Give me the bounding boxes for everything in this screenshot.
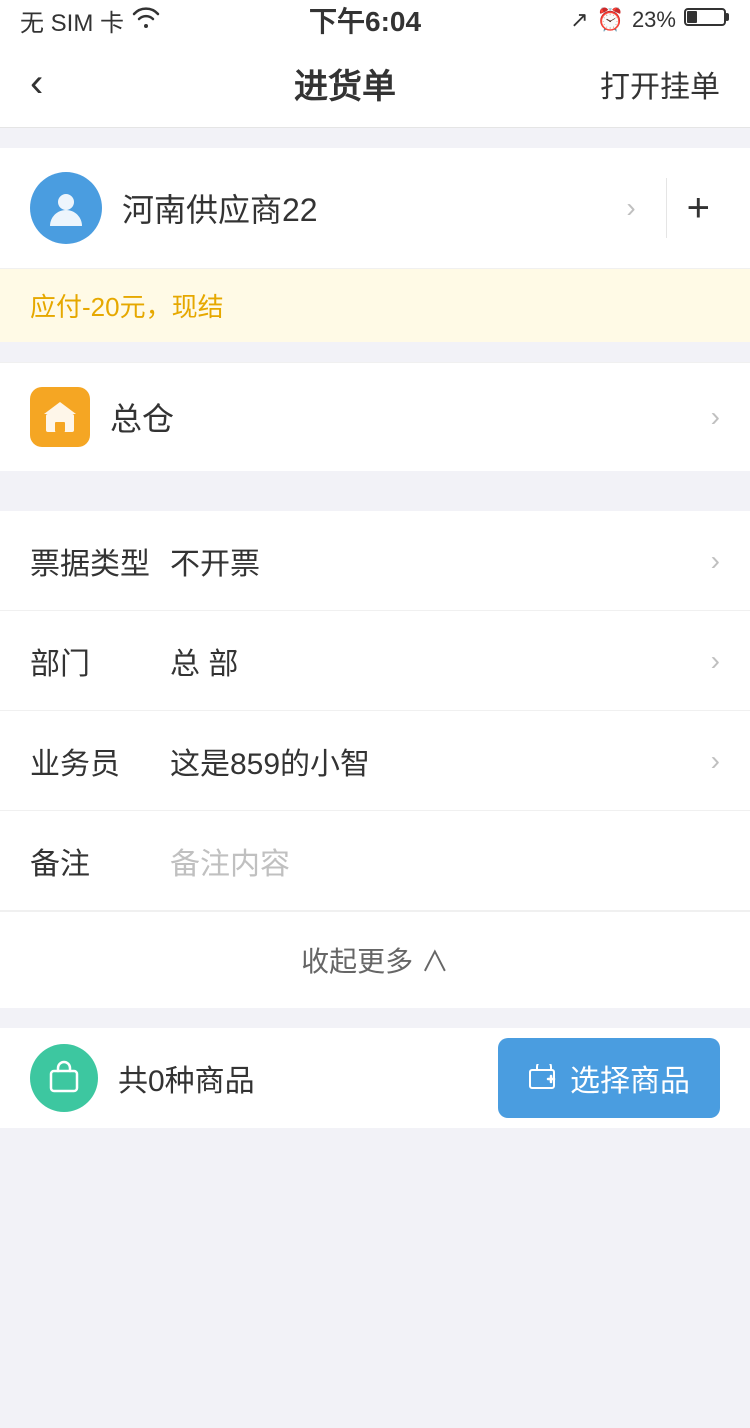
warehouse-icon xyxy=(30,387,90,447)
bottom-area xyxy=(0,1128,750,1428)
product-icon xyxy=(30,1044,98,1112)
product-count: 共0种商品 xyxy=(118,1056,498,1100)
supplier-name: 河南供应商22 xyxy=(122,185,626,231)
status-time: 下午6:04 xyxy=(309,0,421,40)
salesperson-value: 这是859的小智 xyxy=(170,739,711,783)
salesperson-chevron-icon: › xyxy=(711,745,720,777)
status-right: ↗ ⏰ 23% xyxy=(570,6,730,34)
battery-text: 23% xyxy=(632,7,676,33)
invoice-type-row[interactable]: 票据类型 不开票 › xyxy=(0,511,750,611)
status-bar: 无 SIM 卡 下午6:04 ↗ ⏰ 23% xyxy=(0,0,750,40)
remark-label: 备注 xyxy=(30,839,170,883)
department-value: 总 部 xyxy=(170,639,711,683)
section-gap-1 xyxy=(0,128,750,148)
warehouse-chevron-icon: › xyxy=(711,401,720,433)
remark-placeholder: 备注内容 xyxy=(170,839,720,883)
back-button[interactable]: ‹ xyxy=(30,61,90,106)
invoice-type-label: 票据类型 xyxy=(30,539,170,583)
supplier-section: 河南供应商22 › + 应付-20元，现结 xyxy=(0,148,750,342)
open-pending-button[interactable]: 打开挂单 xyxy=(600,62,720,106)
warehouse-row[interactable]: 总仓 › xyxy=(0,362,750,471)
battery-icon xyxy=(684,6,730,34)
invoice-type-chevron-icon: › xyxy=(711,545,720,577)
collapse-button[interactable]: 收起更多 ∧ xyxy=(0,911,750,1008)
vertical-divider xyxy=(666,178,667,238)
carrier-text: 无 SIM 卡 xyxy=(20,3,124,38)
add-supplier-button[interactable]: + xyxy=(677,186,720,231)
notice-bar: 应付-20元，现结 xyxy=(0,269,750,342)
status-left: 无 SIM 卡 xyxy=(20,3,160,38)
location-icon: ↗ xyxy=(570,7,588,33)
department-label: 部门 xyxy=(30,639,170,683)
remark-row[interactable]: 备注 备注内容 xyxy=(0,811,750,911)
department-row[interactable]: 部门 总 部 › xyxy=(0,611,750,711)
warehouse-section: 总仓 › xyxy=(0,362,750,471)
select-product-label: 选择商品 xyxy=(570,1056,690,1100)
section-gap-2 xyxy=(0,342,750,362)
supplier-avatar xyxy=(30,172,102,244)
warehouse-name: 总仓 xyxy=(110,394,711,440)
supplier-chevron-icon: › xyxy=(626,192,635,224)
department-chevron-icon: › xyxy=(711,645,720,677)
product-bar: 共0种商品 选择商品 xyxy=(0,1028,750,1128)
form-section: 票据类型 不开票 › 部门 总 部 › 业务员 这是859的小智 › 备注 备注… xyxy=(0,511,750,1008)
wifi-icon xyxy=(132,6,160,35)
nav-bar: ‹ 进货单 打开挂单 xyxy=(0,40,750,128)
supplier-row[interactable]: 河南供应商22 › + xyxy=(0,148,750,269)
alarm-icon: ⏰ xyxy=(597,7,624,33)
salesperson-label: 业务员 xyxy=(30,739,170,783)
salesperson-row[interactable]: 业务员 这是859的小智 › xyxy=(0,711,750,811)
page-title: 进货单 xyxy=(294,59,396,108)
section-gap-3 xyxy=(0,471,750,491)
notice-text: 应付-20元，现结 xyxy=(30,292,224,322)
invoice-type-value: 不开票 xyxy=(170,539,711,583)
select-product-button[interactable]: 选择商品 xyxy=(498,1038,720,1118)
collapse-label: 收起更多 ∧ xyxy=(301,940,449,980)
